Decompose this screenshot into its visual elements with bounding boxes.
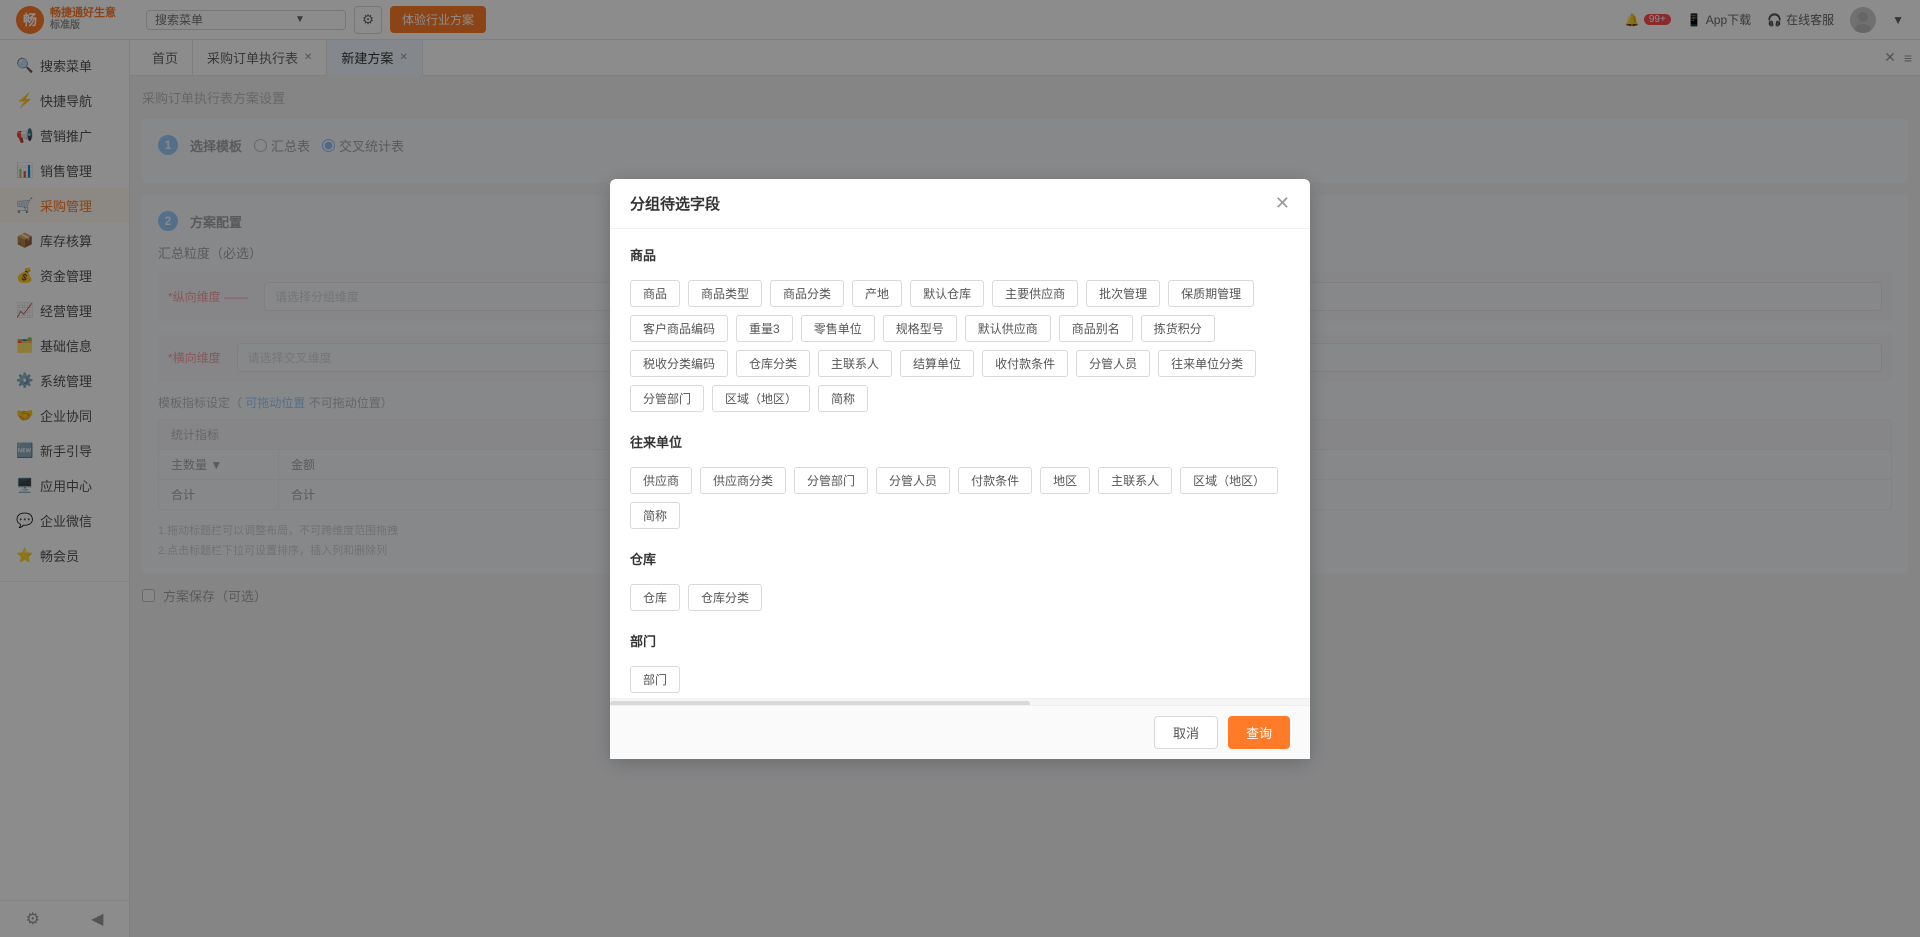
chip-short-name-goods[interactable]: 简称 (818, 385, 868, 412)
chip-default-warehouse[interactable]: 默认仓库 (910, 280, 984, 307)
chip-settlement-unit[interactable]: 结算单位 (900, 350, 974, 377)
chip-origin[interactable]: 产地 (852, 280, 902, 307)
chip-person-mgmt[interactable]: 分管人员 (876, 467, 950, 494)
chip-payment-condition[interactable]: 付款条件 (958, 467, 1032, 494)
chip-retail-unit[interactable]: 零售单位 (801, 315, 875, 342)
chip-tax-code[interactable]: 税收分类编码 (630, 350, 728, 377)
chip-goods-type[interactable]: 商品类型 (688, 280, 762, 307)
chip-partner-category[interactable]: 往来单位分类 (1158, 350, 1256, 377)
chip-warehouse[interactable]: 仓库 (630, 584, 680, 611)
section-goods-title: 商品 (630, 245, 1290, 270)
chip-spec-model[interactable]: 规格型号 (883, 315, 957, 342)
section-warehouse-title: 仓库 (630, 549, 1290, 574)
section-partner: 往来单位 供应商 供应商分类 分管部门 分管人员 付款条件 地区 主联系人 区域… (630, 432, 1290, 529)
section-partner-chips: 供应商 供应商分类 分管部门 分管人员 付款条件 地区 主联系人 区域（地区） … (630, 467, 1290, 529)
chip-region-goods[interactable]: 区域（地区） (712, 385, 810, 412)
chip-main-supplier[interactable]: 主要供应商 (992, 280, 1078, 307)
chip-weight3[interactable]: 重量3 (736, 315, 793, 342)
chip-default-supplier[interactable]: 默认供应商 (965, 315, 1051, 342)
modal-body[interactable]: 商品 商品 商品类型 商品分类 产地 默认仓库 主要供应商 批次管理 保质期管理… (610, 229, 1310, 698)
modal-hscroll-thumb (610, 701, 1030, 705)
chip-supervisor[interactable]: 分管人员 (1076, 350, 1150, 377)
chip-goods-alias[interactable]: 商品别名 (1059, 315, 1133, 342)
modal-close-btn[interactable]: ✕ (1275, 193, 1290, 214)
chip-supplier[interactable]: 供应商 (630, 467, 692, 494)
chip-customer-code[interactable]: 客户商品编码 (630, 315, 728, 342)
section-warehouse-chips: 仓库 仓库分类 (630, 584, 1290, 611)
chip-main-contact[interactable]: 主联系人 (818, 350, 892, 377)
chip-short-name-partner[interactable]: 简称 (630, 502, 680, 529)
modal-horizontal-scrollbar[interactable] (610, 698, 1310, 705)
section-goods: 商品 商品 商品类型 商品分类 产地 默认仓库 主要供应商 批次管理 保质期管理… (630, 245, 1290, 412)
chip-warehouse-category[interactable]: 仓库分类 (736, 350, 810, 377)
modal-title: 分组待选字段 (630, 193, 720, 214)
chip-warehouse-cat[interactable]: 仓库分类 (688, 584, 762, 611)
chip-batch-mgmt[interactable]: 批次管理 (1086, 280, 1160, 307)
confirm-button[interactable]: 查询 (1228, 716, 1290, 749)
chip-main-contact-partner[interactable]: 主联系人 (1098, 467, 1172, 494)
section-dept: 部门 部门 (630, 631, 1290, 693)
chip-region-partner[interactable]: 区域（地区） (1180, 467, 1278, 494)
modal-overlay: 分组待选字段 ✕ 商品 商品 商品类型 商品分类 产地 默认仓库 主要供应商 批… (0, 0, 1920, 937)
chip-payment-terms[interactable]: 收付款条件 (982, 350, 1068, 377)
chip-goods-category[interactable]: 商品分类 (770, 280, 844, 307)
section-warehouse: 仓库 仓库 仓库分类 (630, 549, 1290, 611)
cancel-button[interactable]: 取消 (1154, 716, 1218, 749)
section-dept-title: 部门 (630, 631, 1290, 656)
chip-dept-mgmt[interactable]: 分管部门 (794, 467, 868, 494)
section-goods-chips: 商品 商品类型 商品分类 产地 默认仓库 主要供应商 批次管理 保质期管理 客户… (630, 280, 1290, 412)
chip-goods[interactable]: 商品 (630, 280, 680, 307)
modal-dialog: 分组待选字段 ✕ 商品 商品 商品类型 商品分类 产地 默认仓库 主要供应商 批… (610, 179, 1310, 759)
modal-header: 分组待选字段 ✕ (610, 179, 1310, 229)
section-dept-chips: 部门 (630, 666, 1290, 693)
modal-footer: 取消 查询 (610, 705, 1310, 759)
chip-dept-supervisor[interactable]: 分管部门 (630, 385, 704, 412)
chip-dept[interactable]: 部门 (630, 666, 680, 693)
chip-pick-points[interactable]: 拣货积分 (1141, 315, 1215, 342)
chip-shelf-life[interactable]: 保质期管理 (1168, 280, 1254, 307)
section-partner-title: 往来单位 (630, 432, 1290, 457)
chip-area[interactable]: 地区 (1040, 467, 1090, 494)
chip-supplier-category[interactable]: 供应商分类 (700, 467, 786, 494)
